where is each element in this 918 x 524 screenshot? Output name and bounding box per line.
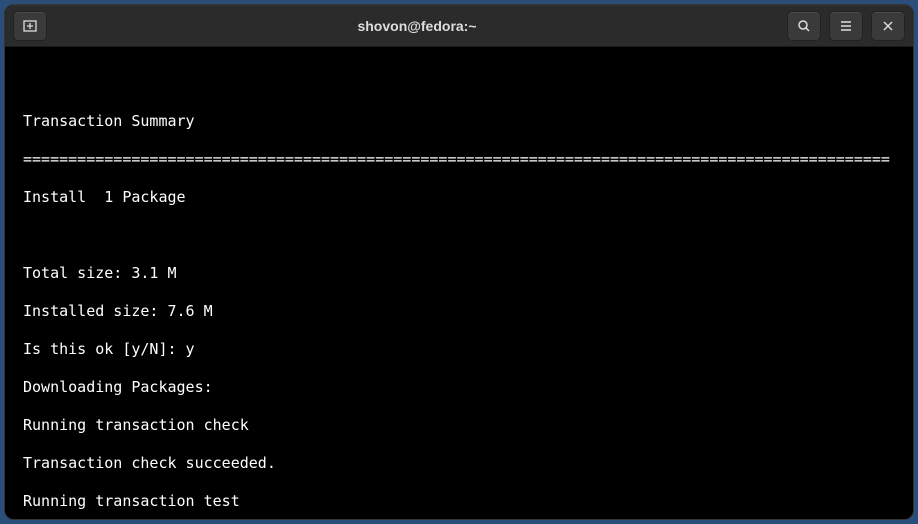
output-line: Downloading Packages: — [23, 378, 913, 397]
titlebar: shovon@fedora:~ — [5, 5, 913, 47]
menu-button[interactable] — [829, 11, 863, 41]
terminal-window: shovon@fedora:~ Transaction Summary ====… — [4, 4, 914, 520]
close-icon — [881, 19, 895, 33]
output-line: Install 1 Package — [23, 188, 913, 207]
window-title: shovon@fedora:~ — [49, 18, 785, 34]
terminal-output[interactable]: Transaction Summary ====================… — [5, 47, 913, 519]
search-icon — [796, 18, 812, 34]
output-line: Transaction Summary — [23, 112, 913, 131]
hamburger-icon — [838, 18, 854, 34]
output-line: Installed size: 7.6 M — [23, 302, 913, 321]
output-divider: ========================================… — [23, 150, 913, 169]
output-line: Running transaction check — [23, 416, 913, 435]
new-tab-icon — [22, 18, 38, 34]
output-line — [23, 226, 913, 245]
search-button[interactable] — [787, 11, 821, 41]
output-line: Total size: 3.1 M — [23, 264, 913, 283]
titlebar-controls — [785, 11, 907, 41]
output-line: Transaction check succeeded. — [23, 454, 913, 473]
close-button[interactable] — [871, 11, 905, 41]
new-tab-button[interactable] — [13, 11, 47, 41]
output-line: Is this ok [y/N]: y — [23, 340, 913, 359]
output-line — [23, 74, 913, 93]
output-line: Running transaction test — [23, 492, 913, 511]
